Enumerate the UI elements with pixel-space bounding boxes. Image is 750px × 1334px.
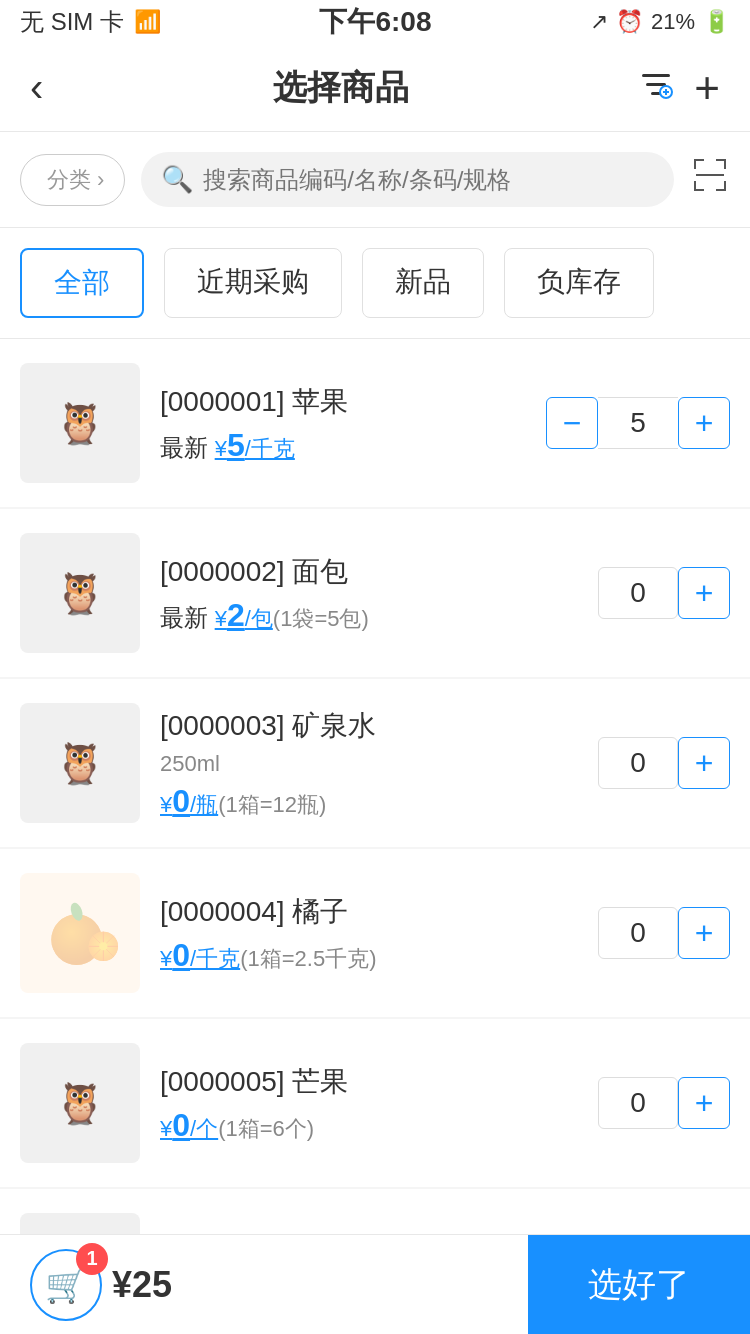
product-name: [0000001] 苹果 (160, 383, 526, 421)
quantity-input[interactable] (598, 1077, 678, 1129)
category-arrow: › (97, 167, 104, 193)
add-icon[interactable]: + (694, 63, 720, 113)
svg-rect-0 (642, 74, 670, 77)
product-info: [0000005] 芒果 ¥0/个(1箱=6个) (160, 1063, 578, 1144)
increase-button[interactable]: + (678, 907, 730, 959)
tab-negative[interactable]: 负库存 (504, 248, 654, 318)
nav-left[interactable]: ‹ (30, 65, 43, 110)
product-info: [0000002] 面包 最新 ¥2/包(1袋=5包) (160, 553, 578, 634)
product-image: 🦉 (20, 703, 140, 823)
increase-button[interactable]: + (678, 1077, 730, 1129)
search-input[interactable] (203, 166, 654, 194)
status-time: 下午6:08 (319, 3, 431, 41)
cart-button[interactable]: 🛒 1 (30, 1249, 102, 1321)
status-right: ↗ ⏰ 21% 🔋 (590, 9, 730, 35)
list-item: [0000004] 橘子 ¥0/千克(1箱=2.5千克) + (0, 849, 750, 1017)
product-info: [0000004] 橘子 ¥0/千克(1箱=2.5千克) (160, 893, 578, 974)
list-item: 🦉 [0000002] 面包 最新 ¥2/包(1袋=5包) + (0, 509, 750, 677)
sim-label: 无 SIM 卡 (20, 6, 124, 38)
product-spec: 250ml (160, 751, 578, 777)
product-price: ¥0/千克(1箱=2.5千克) (160, 937, 578, 974)
product-list: 🦉 [0000001] 苹果 最新 ¥5/千克 − + 🦉 [0000002] … (0, 339, 750, 1334)
list-item: 🦉 [0000003] 矿泉水 250ml ¥0/瓶(1箱=12瓶) + (0, 679, 750, 847)
product-name: [0000002] 面包 (160, 553, 578, 591)
product-image: 🦉 (20, 533, 140, 653)
product-name: [0000003] 矿泉水 (160, 707, 578, 745)
cart-total: ¥25 (112, 1264, 172, 1306)
quantity-control[interactable]: − + (546, 397, 730, 449)
tab-bar: 全部 近期采购 新品 负库存 (0, 228, 750, 339)
quantity-input[interactable] (598, 567, 678, 619)
svg-point-24 (99, 942, 107, 950)
wifi-icon: 📶 (134, 9, 161, 35)
page-title: 选择商品 (273, 65, 409, 111)
status-bar: 无 SIM 卡 📶 下午6:08 ↗ ⏰ 21% 🔋 (0, 0, 750, 44)
alarm-icon: ⏰ (616, 9, 643, 35)
confirm-button[interactable]: 选好了 (528, 1235, 750, 1334)
list-item: 🦉 [0000005] 芒果 ¥0/个(1箱=6个) + (0, 1019, 750, 1187)
cart-badge: 1 (76, 1243, 108, 1275)
placeholder-logo: 🦉 (55, 1080, 105, 1127)
product-image: 🦉 (20, 363, 140, 483)
svg-rect-11 (694, 181, 696, 191)
tab-all[interactable]: 全部 (20, 248, 144, 318)
svg-rect-14 (696, 174, 724, 176)
svg-rect-7 (694, 159, 696, 169)
filter-bar: 分类 › 🔍 (0, 132, 750, 228)
quantity-control[interactable]: + (598, 737, 730, 789)
svg-rect-1 (646, 83, 666, 86)
product-price: ¥0/瓶(1箱=12瓶) (160, 783, 578, 820)
location-icon: ↗ (590, 9, 608, 35)
search-box[interactable]: 🔍 (141, 152, 674, 207)
svg-rect-13 (724, 181, 726, 191)
quantity-control[interactable]: + (598, 567, 730, 619)
scan-icon[interactable] (690, 155, 730, 204)
bottom-bar: 🛒 1 ¥25 选好了 (0, 1234, 750, 1334)
quantity-control[interactable]: + (598, 907, 730, 959)
filter-icon[interactable] (638, 66, 674, 110)
list-item: 🦉 [0000001] 苹果 最新 ¥5/千克 − + (0, 339, 750, 507)
category-label: 分类 (47, 165, 91, 195)
battery-label: 21% (651, 9, 695, 35)
product-name: [0000005] 芒果 (160, 1063, 578, 1101)
placeholder-logo: 🦉 (55, 740, 105, 787)
product-price: 最新 ¥5/千克 (160, 427, 526, 464)
product-image: 🦉 (20, 1043, 140, 1163)
tab-recent[interactable]: 近期采购 (164, 248, 342, 318)
back-button[interactable]: ‹ (30, 65, 43, 110)
increase-button[interactable]: + (678, 737, 730, 789)
increase-button[interactable]: + (678, 567, 730, 619)
placeholder-logo: 🦉 (55, 400, 105, 447)
product-info: [0000003] 矿泉水 250ml ¥0/瓶(1箱=12瓶) (160, 707, 578, 820)
cart-section[interactable]: 🛒 1 ¥25 (0, 1249, 528, 1321)
tab-new[interactable]: 新品 (362, 248, 484, 318)
nav-right[interactable]: + (638, 63, 720, 113)
decrease-button[interactable]: − (546, 397, 598, 449)
quantity-control[interactable]: + (598, 1077, 730, 1129)
search-icon: 🔍 (161, 164, 193, 195)
quantity-input[interactable] (598, 737, 678, 789)
product-name: [0000004] 橘子 (160, 893, 578, 931)
category-button[interactable]: 分类 › (20, 154, 125, 206)
product-price: 最新 ¥2/包(1袋=5包) (160, 597, 578, 634)
svg-rect-9 (724, 159, 726, 169)
increase-button[interactable]: + (678, 397, 730, 449)
product-price: ¥0/个(1箱=6个) (160, 1107, 578, 1144)
status-left: 无 SIM 卡 📶 (20, 6, 161, 38)
quantity-input[interactable] (598, 397, 678, 449)
product-info: [0000001] 苹果 最新 ¥5/千克 (160, 383, 526, 464)
battery-icon: 🔋 (703, 9, 730, 35)
product-image (20, 873, 140, 993)
quantity-input[interactable] (598, 907, 678, 959)
nav-bar: ‹ 选择商品 + (0, 44, 750, 132)
placeholder-logo: 🦉 (55, 570, 105, 617)
